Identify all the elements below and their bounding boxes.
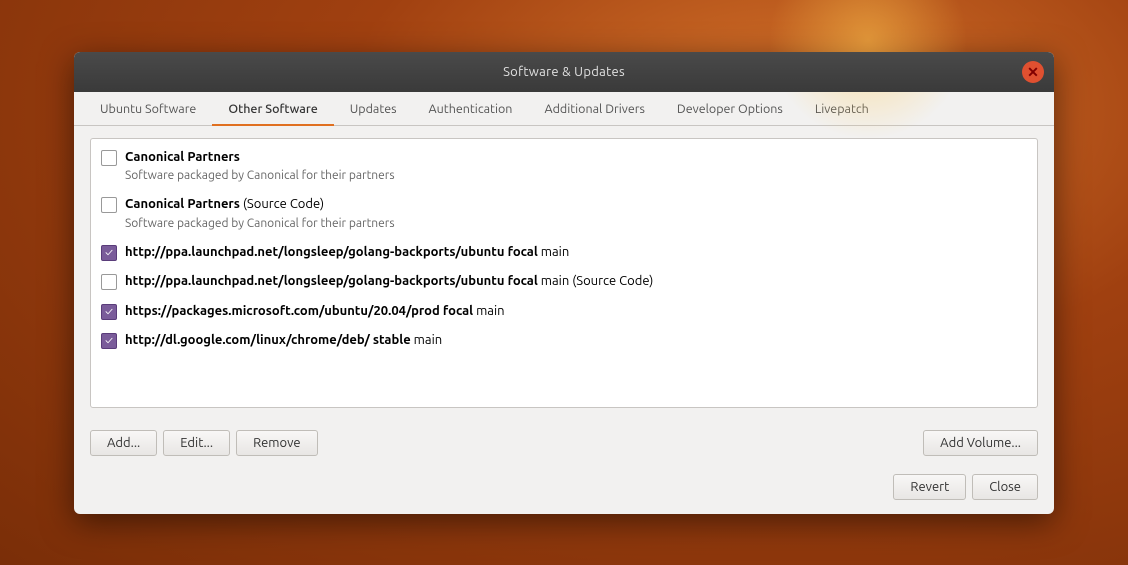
content-area: Canonical Partners Software packaged by … [74, 126, 1054, 420]
dialog-title: Software & Updates [503, 65, 625, 79]
tab-developer-options[interactable]: Developer Options [661, 92, 799, 126]
close-window-button[interactable]: ✕ [1022, 61, 1044, 83]
tabs-bar: Ubuntu Software Other Software Updates A… [74, 92, 1054, 126]
tab-updates[interactable]: Updates [334, 92, 413, 126]
list-item[interactable]: ✓ https://packages.microsoft.com/ubuntu/… [91, 297, 1037, 327]
list-item[interactable]: Canonical Partners (Source Code) Softwar… [91, 190, 1037, 238]
tab-additional-drivers[interactable]: Additional Drivers [528, 92, 660, 126]
footer-row: Revert Close [74, 466, 1054, 514]
repo-list: Canonical Partners Software packaged by … [90, 138, 1038, 408]
repo-name: http://dl.google.com/linux/chrome/deb/ s… [125, 333, 411, 347]
software-updates-dialog: Software & Updates ✕ Ubuntu Software Oth… [74, 52, 1054, 514]
action-buttons-row: Add... Edit... Remove Add Volume... [74, 420, 1054, 466]
list-item[interactable]: http://ppa.launchpad.net/longsleep/golan… [91, 267, 1037, 297]
tab-other-software[interactable]: Other Software [212, 92, 333, 126]
add-volume-button[interactable]: Add Volume... [923, 430, 1038, 456]
repo-name: http://ppa.launchpad.net/longsleep/golan… [125, 245, 538, 259]
list-item[interactable]: Canonical Partners Software packaged by … [91, 143, 1037, 191]
repo-name: https://packages.microsoft.com/ubuntu/20… [125, 304, 473, 318]
checkbox-microsoft-prod[interactable]: ✓ [101, 304, 117, 320]
checkbox-canonical-partners[interactable] [101, 150, 117, 166]
remove-button[interactable]: Remove [236, 430, 318, 456]
list-item[interactable]: ✓ http://ppa.launchpad.net/longsleep/gol… [91, 238, 1037, 268]
close-button[interactable]: Close [972, 474, 1038, 500]
repo-name: Canonical Partners [125, 197, 240, 211]
checkbox-google-chrome[interactable]: ✓ [101, 333, 117, 349]
repo-name: http://ppa.launchpad.net/longsleep/golan… [125, 274, 538, 288]
edit-button[interactable]: Edit... [163, 430, 230, 456]
tab-ubuntu-software[interactable]: Ubuntu Software [84, 92, 212, 126]
checkbox-canonical-partners-source[interactable] [101, 197, 117, 213]
checkbox-ppa-golang[interactable]: ✓ [101, 245, 117, 261]
repo-name: Canonical Partners [125, 150, 240, 164]
titlebar: Software & Updates ✕ [74, 52, 1054, 92]
repo-description: Software packaged by Canonical for their… [125, 215, 1027, 233]
add-button[interactable]: Add... [90, 430, 157, 456]
tab-authentication[interactable]: Authentication [413, 92, 529, 126]
tab-livepatch[interactable]: Livepatch [799, 92, 885, 126]
checkbox-ppa-golang-source[interactable] [101, 274, 117, 290]
repo-description: Software packaged by Canonical for their… [125, 167, 1027, 185]
list-item[interactable]: ✓ http://dl.google.com/linux/chrome/deb/… [91, 326, 1037, 356]
revert-button[interactable]: Revert [893, 474, 966, 500]
